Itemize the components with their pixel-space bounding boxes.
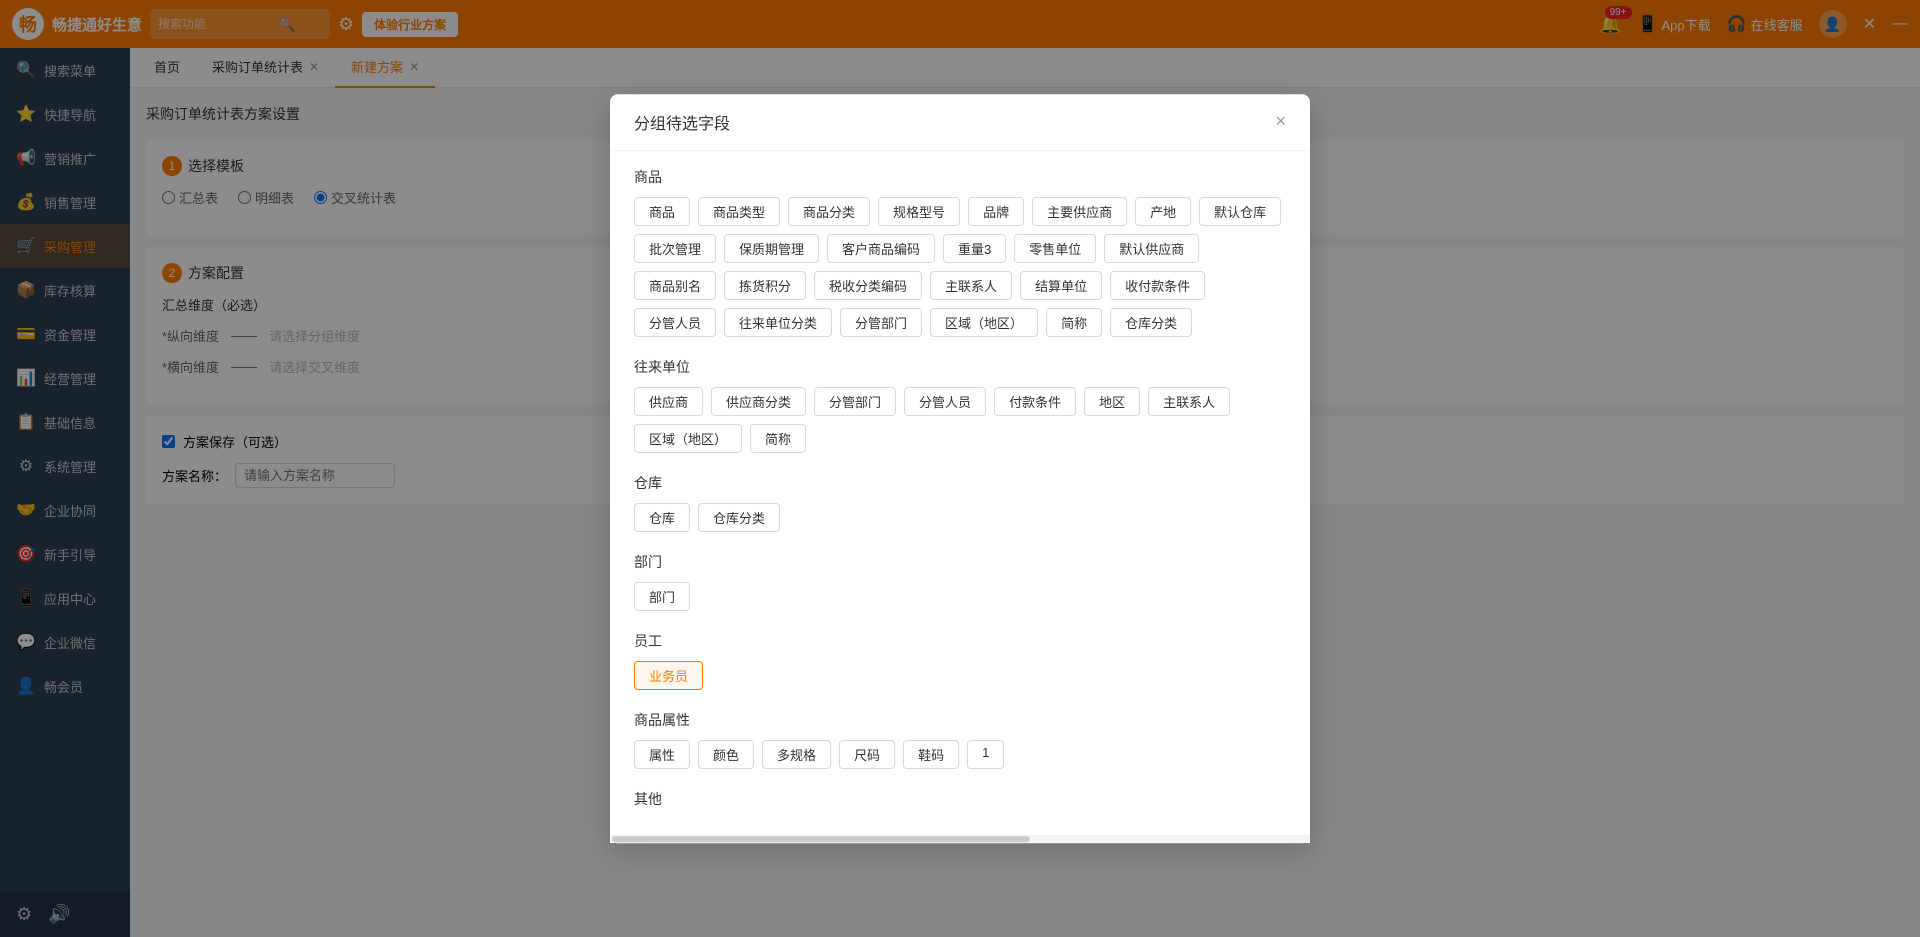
field-spec-model[interactable]: 规格型号: [878, 197, 960, 226]
field-batch-mgmt[interactable]: 批次管理: [634, 234, 716, 263]
modal-title: 分组待选字段: [634, 110, 730, 134]
field-partner-main-contact[interactable]: 主联系人: [1148, 387, 1230, 416]
field-attr[interactable]: 属性: [634, 740, 690, 769]
field-salesperson[interactable]: 业务员: [634, 661, 703, 690]
section-partner: 往来单位 供应商 供应商分类 分管部门 分管人员 付款条件 地区 主联系人 区域…: [634, 357, 1286, 453]
field-supplier[interactable]: 供应商: [634, 387, 703, 416]
field-retail-unit[interactable]: 零售单位: [1014, 234, 1096, 263]
field-partner-short-name[interactable]: 简称: [750, 424, 806, 453]
field-product[interactable]: 商品: [634, 197, 690, 226]
field-partner-category[interactable]: 往来单位分类: [724, 308, 832, 337]
field-partner-supervisor[interactable]: 分管人员: [904, 387, 986, 416]
field-warehouse[interactable]: 仓库: [634, 503, 690, 532]
field-main-contact[interactable]: 主联系人: [930, 271, 1012, 300]
section-product-grid: 商品 商品类型 商品分类 规格型号 品牌 主要供应商 产地 默认仓库 批次管理 …: [634, 197, 1286, 337]
field-origin[interactable]: 产地: [1135, 197, 1191, 226]
field-payment-terms[interactable]: 收付款条件: [1110, 271, 1205, 300]
field-short-name[interactable]: 简称: [1046, 308, 1102, 337]
field-dept[interactable]: 部门: [634, 582, 690, 611]
section-dept-grid: 部门: [634, 582, 1286, 611]
field-default-warehouse[interactable]: 默认仓库: [1199, 197, 1281, 226]
field-color[interactable]: 颜色: [698, 740, 754, 769]
field-partner-dept[interactable]: 分管部门: [814, 387, 896, 416]
field-dept-managed[interactable]: 分管部门: [840, 308, 922, 337]
field-product-type[interactable]: 商品类型: [698, 197, 780, 226]
field-default-supplier[interactable]: 默认供应商: [1104, 234, 1199, 263]
field-supervisor[interactable]: 分管人员: [634, 308, 716, 337]
section-partner-grid: 供应商 供应商分类 分管部门 分管人员 付款条件 地区 主联系人 区域（地区） …: [634, 387, 1286, 453]
section-dept-title: 部门: [634, 552, 1286, 572]
section-partner-title: 往来单位: [634, 357, 1286, 377]
section-product-attr-grid: 属性 颜色 多规格 尺码 鞋码 1: [634, 740, 1286, 769]
field-payment-condition[interactable]: 付款条件: [994, 387, 1076, 416]
field-shoe-size[interactable]: 鞋码: [903, 740, 959, 769]
field-weight3[interactable]: 重量3: [943, 234, 1006, 263]
modal-body: 商品 商品 商品类型 商品分类 规格型号 品牌 主要供应商 产地 默认仓库 批次…: [610, 151, 1310, 836]
field-area[interactable]: 地区: [1084, 387, 1140, 416]
field-warehouse-cat[interactable]: 仓库分类: [698, 503, 780, 532]
section-product: 商品 商品 商品类型 商品分类 规格型号 品牌 主要供应商 产地 默认仓库 批次…: [634, 167, 1286, 337]
field-region[interactable]: 区域（地区）: [930, 308, 1038, 337]
field-settlement-unit[interactable]: 结算单位: [1020, 271, 1102, 300]
field-product-category[interactable]: 商品分类: [788, 197, 870, 226]
modal-close-btn[interactable]: ×: [1275, 111, 1286, 132]
section-warehouse-grid: 仓库 仓库分类: [634, 503, 1286, 532]
field-selection-modal: 分组待选字段 × 商品 商品 商品类型 商品分类 规格型号 品牌 主要供应商 产…: [610, 94, 1310, 844]
field-multi-spec[interactable]: 多规格: [762, 740, 831, 769]
section-product-attr-title: 商品属性: [634, 710, 1286, 730]
section-warehouse-title: 仓库: [634, 473, 1286, 493]
section-dept: 部门 部门: [634, 552, 1286, 611]
field-custom-1[interactable]: 1: [967, 740, 1004, 769]
horizontal-scrollbar-thumb[interactable]: [612, 836, 1030, 842]
field-tax-code[interactable]: 税收分类编码: [814, 271, 922, 300]
section-other: 其他: [634, 789, 1286, 819]
field-size[interactable]: 尺码: [839, 740, 895, 769]
modal-header: 分组待选字段 ×: [610, 94, 1310, 151]
section-employee-title: 员工: [634, 631, 1286, 651]
field-customer-code[interactable]: 客户商品编码: [827, 234, 935, 263]
section-employee: 员工 业务员: [634, 631, 1286, 690]
section-employee-grid: 业务员: [634, 661, 1286, 690]
field-pick-points[interactable]: 拣货积分: [724, 271, 806, 300]
field-brand[interactable]: 品牌: [968, 197, 1024, 226]
modal-horizontal-scroll[interactable]: [610, 836, 1310, 844]
field-quality-mgmt[interactable]: 保质期管理: [724, 234, 819, 263]
section-warehouse: 仓库 仓库 仓库分类: [634, 473, 1286, 532]
field-warehouse-category[interactable]: 仓库分类: [1110, 308, 1192, 337]
section-product-title: 商品: [634, 167, 1286, 187]
field-main-supplier[interactable]: 主要供应商: [1032, 197, 1127, 226]
section-product-attr: 商品属性 属性 颜色 多规格 尺码 鞋码 1: [634, 710, 1286, 769]
field-partner-region[interactable]: 区域（地区）: [634, 424, 742, 453]
field-supplier-category[interactable]: 供应商分类: [711, 387, 806, 416]
field-product-alias[interactable]: 商品别名: [634, 271, 716, 300]
section-other-title: 其他: [634, 789, 1286, 809]
